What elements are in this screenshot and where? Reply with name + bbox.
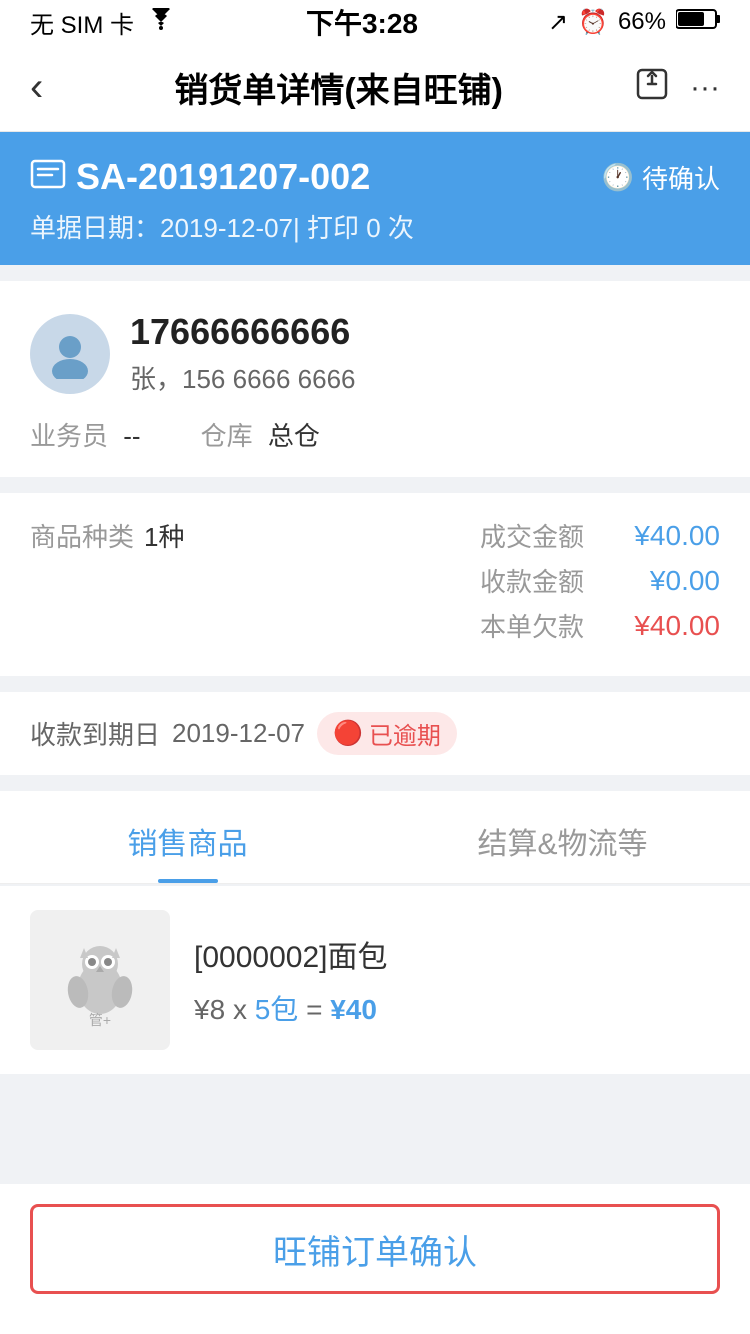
product-name: [0000002]面包 [194,932,720,976]
nav-bar: ‹ 销货单详情(来自旺铺) ··· [0,44,750,132]
overdue-badge: 🔴 已逾期 [317,712,457,755]
salesperson-label: 业务员 [30,421,108,451]
salesperson-item: 业务员 -- [30,416,141,453]
tab-settlement-logistics[interactable]: 结算&物流等 [375,791,750,883]
owed-label: 本单欠款 [480,607,584,644]
more-icon[interactable]: ··· [690,71,720,105]
order-id: SA-20191207-002 [30,156,370,198]
salesperson-value: -- [123,421,140,451]
summary-left: 商品种类 1种 [30,517,184,554]
alarm-icon: ⏰ [578,8,608,37]
summary-card: 商品种类 1种 成交金额 ¥40.00 收款金额 ¥0.00 本单欠款 ¥40.… [0,493,750,676]
owed-value: ¥40.00 [600,610,720,642]
product-item: 管+ [0000002]面包 ¥8 x 5包 = ¥40 [0,886,750,1074]
product-image: 管+ [30,910,170,1050]
order-id-row: SA-20191207-002 🕐 待确认 [30,156,720,198]
summary-right: 成交金额 ¥40.00 收款金额 ¥0.00 本单欠款 ¥40.00 [480,517,720,652]
warehouse-label: 仓库 [201,421,253,451]
location-icon: ↗ [548,8,568,37]
order-header: SA-20191207-002 🕐 待确认 单据日期：2019-12-07| 打… [0,132,750,265]
warehouse-item: 仓库 总仓 [201,416,320,453]
warehouse-value: 总仓 [268,421,320,451]
deal-amount-value: ¥40.00 [600,520,720,552]
svg-text:管+: 管+ [89,1012,111,1028]
product-price: ¥8 x 5包 = ¥40 [194,988,720,1028]
price-value: ¥8 [194,994,225,1025]
received-row: 收款金额 ¥0.00 [480,562,720,599]
order-icon [30,156,66,198]
order-date: 单据日期：2019-12-07| 打印 0 次 [30,208,720,245]
due-date-label: 收款到期日 [30,715,160,752]
customer-row: 17666666666 张，156 6666 6666 [30,311,720,396]
status-time: 下午3:28 [306,2,418,42]
nav-right: ··· [634,66,720,110]
avatar [30,314,110,394]
customer-phone: 17666666666 [130,311,720,353]
type-label: 商品种类 [30,517,134,554]
battery-icon [676,8,720,37]
multiply-sign: x [233,994,247,1025]
nav-left: ‹ [30,65,43,110]
deal-amount-label: 成交金额 [480,517,584,554]
due-date-value: 2019-12-07 [172,718,305,749]
owed-row: 本单欠款 ¥40.00 [480,607,720,644]
status-right: ↗ ⏰ 66% [548,8,720,37]
confirm-order-button[interactable]: 旺铺订单确认 [30,1204,720,1294]
customer-meta: 业务员 -- 仓库 总仓 [30,416,720,453]
status-bar: 无 SIM 卡 下午3:28 ↗ ⏰ 66% [0,0,750,44]
qty-value: 5包 [255,994,299,1025]
order-status: 🕐 待确认 [602,159,720,196]
overdue-text: 已逾期 [369,716,441,751]
overdue-icon: 🔴 [333,719,363,748]
wifi-icon [146,8,176,37]
battery-text: 66% [618,8,666,36]
status-left: 无 SIM 卡 [30,5,176,40]
received-value: ¥0.00 [600,565,720,597]
bottom-bar: 旺铺订单确认 [0,1184,750,1334]
share-icon[interactable] [634,66,670,110]
back-button[interactable]: ‹ [30,65,43,110]
deal-amount-row: 成交金额 ¥40.00 [480,517,720,554]
equals-sign: = [306,994,322,1025]
product-info: [0000002]面包 ¥8 x 5包 = ¥40 [194,932,720,1028]
tab-sales-products[interactable]: 销售商品 [0,791,375,883]
type-value: 1种 [144,517,184,554]
carrier-text: 无 SIM 卡 [30,5,134,40]
customer-name: 张，156 6666 6666 [130,359,720,396]
tabs: 销售商品 结算&物流等 [0,791,750,884]
due-date-card: 收款到期日 2019-12-07 🔴 已逾期 [0,692,750,775]
received-label: 收款金额 [480,562,584,599]
customer-info: 17666666666 张，156 6666 6666 [130,311,720,396]
page-title: 销货单详情(来自旺铺) [174,63,503,112]
customer-card: 17666666666 张，156 6666 6666 业务员 -- 仓库 总仓 [0,281,750,477]
main-content: SA-20191207-002 🕐 待确认 单据日期：2019-12-07| 打… [0,132,750,1234]
status-clock-icon: 🕐 [602,162,634,193]
product-type-row: 商品种类 1种 [30,517,184,554]
total-value: ¥40 [330,994,377,1025]
